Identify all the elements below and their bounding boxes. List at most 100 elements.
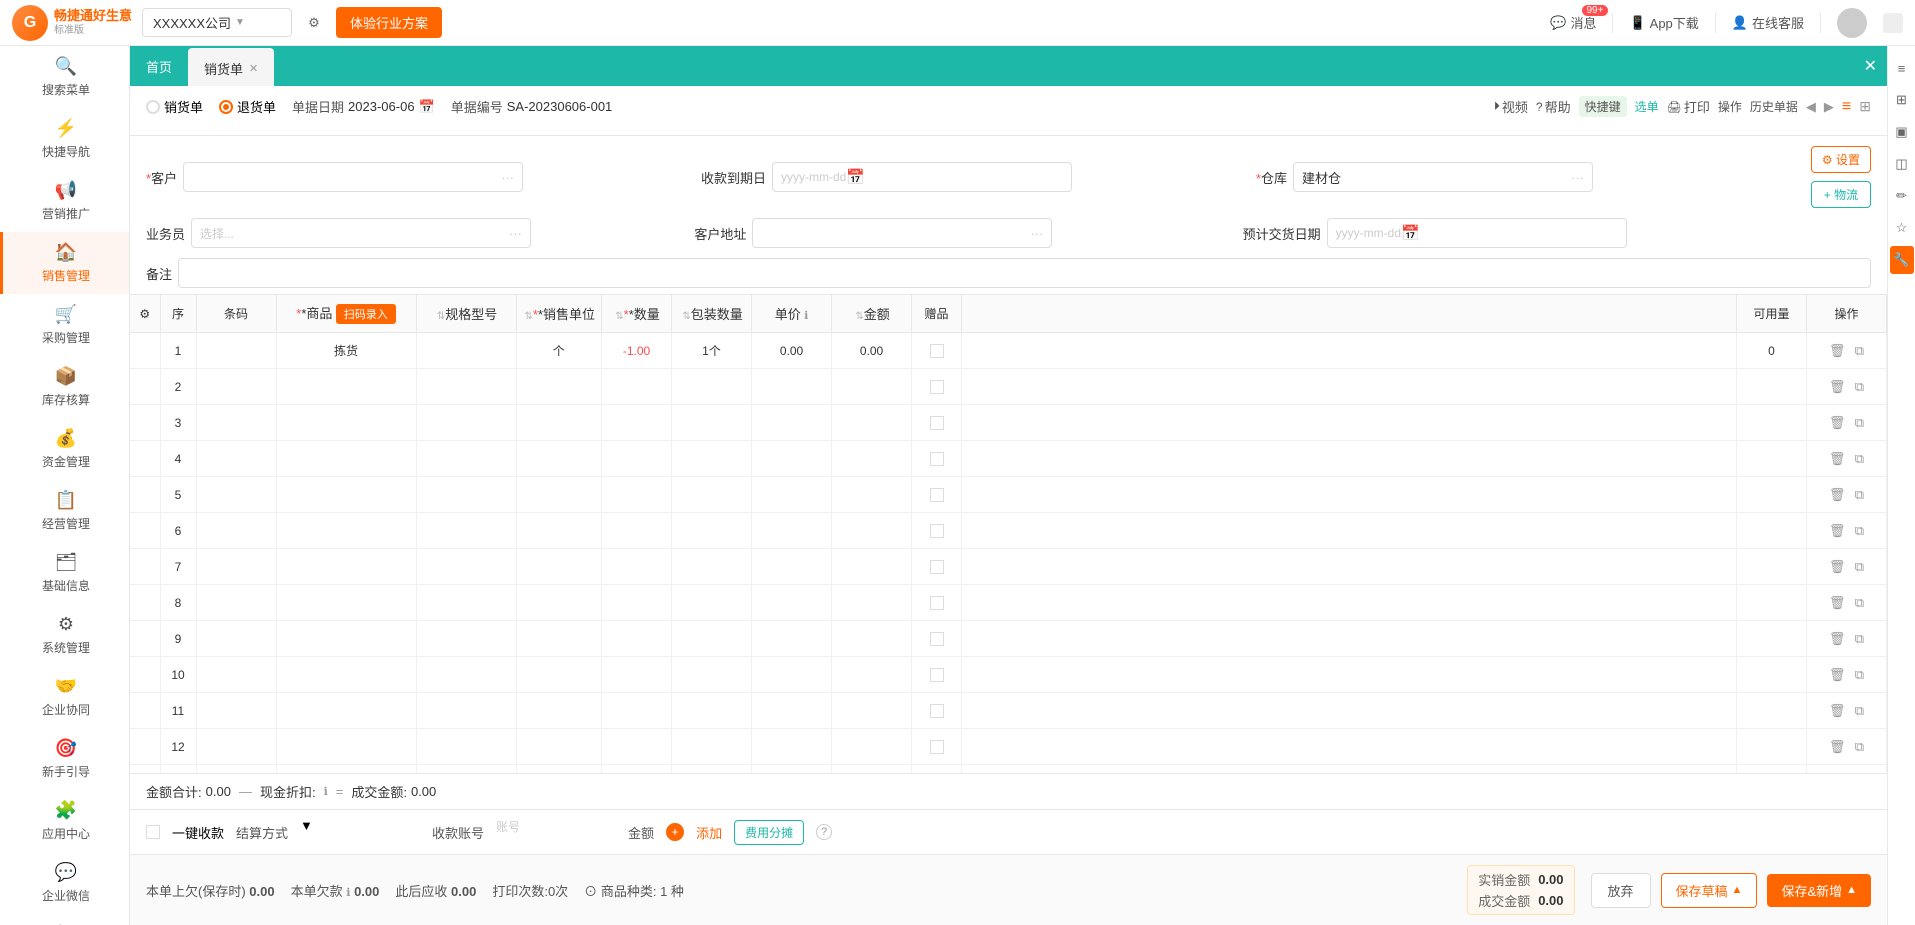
price-info-icon[interactable]: ℹ — [804, 310, 808, 322]
expense-help-icon[interactable]: ? — [816, 824, 832, 840]
delete-icon[interactable]: 🗑 — [1829, 487, 1846, 502]
customer-address-input[interactable]: ··· — [752, 218, 1052, 248]
copy-icon[interactable]: ⧉ — [1855, 739, 1864, 754]
prev-icon[interactable]: ◀ — [1806, 99, 1816, 115]
delete-icon[interactable]: 🗑 — [1829, 559, 1846, 574]
copy-icon[interactable]: ⧉ — [1855, 379, 1864, 394]
sidebar-item-member[interactable]: 🏷 畅会员 — [0, 914, 129, 925]
radio-sales-order[interactable]: 销货单 — [146, 97, 203, 116]
warehouse-dots[interactable]: ··· — [1571, 170, 1584, 185]
right-panel-btn-2[interactable]: ⊞ — [1890, 86, 1914, 114]
delete-icon[interactable]: 🗑 — [1829, 703, 1846, 718]
one-click-checkbox[interactable] — [146, 825, 160, 839]
history-icon[interactable]: 历史单据 — [1750, 98, 1798, 115]
delete-icon[interactable]: 🗑 — [1829, 595, 1846, 610]
messages-button[interactable]: 💬 消息 99+ — [1550, 13, 1596, 32]
account-input[interactable]: 账号 — [496, 818, 616, 846]
save-new-button[interactable]: 保存&新增 ▲ — [1767, 874, 1871, 907]
copy-icon[interactable]: ⧉ — [1855, 415, 1864, 430]
tab-close-icon[interactable]: ✕ — [249, 62, 258, 75]
delete-icon[interactable]: 🗑 — [1829, 451, 1846, 466]
radio-return-order[interactable]: 退货单 — [219, 97, 276, 116]
user-avatar[interactable] — [1837, 8, 1867, 38]
delete-icon[interactable]: 🗑 — [1829, 379, 1846, 394]
tab-home[interactable]: 首页 — [130, 46, 188, 86]
logistics-button[interactable]: + 物流 — [1811, 181, 1871, 208]
sidebar-item-marketing[interactable]: 📢 营销推广 — [0, 170, 129, 232]
right-panel-btn-6[interactable]: ☆ — [1890, 214, 1914, 242]
sidebar-item-guide[interactable]: 🎯 新手引导 — [0, 728, 129, 790]
sidebar-item-wecom[interactable]: 💬 企业微信 — [0, 852, 129, 914]
copy-icon[interactable]: ⧉ — [1855, 631, 1864, 646]
sidebar-item-appstore[interactable]: 🧩 应用中心 — [0, 790, 129, 852]
salesperson-dots[interactable]: ··· — [509, 226, 522, 241]
discard-button[interactable]: 放弃 — [1591, 873, 1651, 908]
right-panel-btn-7[interactable]: 🔧 — [1890, 246, 1914, 274]
sidebar-item-system[interactable]: ⚙ 系统管理 — [0, 604, 129, 666]
delete-icon[interactable]: 🗑 — [1829, 343, 1846, 358]
copy-icon[interactable]: ⧉ — [1855, 559, 1864, 574]
company-selector[interactable]: XXXXXX公司 ▼ — [142, 8, 292, 37]
trial-button[interactable]: 体验行业方案 — [336, 7, 442, 38]
col-settings[interactable]: ⚙ — [130, 295, 160, 333]
expected-date-input[interactable]: yyyy-mm-dd 📅 — [1327, 218, 1627, 248]
print-icon[interactable]: 🖨 打印 — [1667, 97, 1710, 116]
video-icon[interactable]: ⏵ 视频 — [1494, 97, 1528, 116]
copy-icon[interactable]: ⧉ — [1855, 343, 1864, 358]
delete-icon[interactable]: 🗑 — [1829, 631, 1846, 646]
sidebar-item-operations[interactable]: 📋 经营管理 — [0, 480, 129, 542]
settings-icon[interactable]: ⚙ — [300, 9, 328, 37]
help-icon[interactable]: ? 帮助 — [1536, 97, 1571, 116]
app-download-button[interactable]: 📱 App下载 — [1629, 13, 1698, 32]
save-draft-button[interactable]: 保存草稿 ▲ — [1661, 873, 1758, 908]
payment-due-calendar-icon[interactable]: 📅 — [846, 168, 865, 186]
right-panel-btn-1[interactable]: ≡ — [1890, 54, 1914, 82]
address-dots[interactable]: ··· — [1030, 226, 1043, 241]
sidebar-item-sales[interactable]: 🏠 销售管理 — [0, 232, 129, 294]
payment-due-input[interactable]: yyyy-mm-dd 📅 — [772, 162, 1072, 192]
sidebar-item-cooperation[interactable]: 🤝 企业协同 — [0, 666, 129, 728]
user-menu-arrow[interactable] — [1883, 13, 1903, 33]
list-view-icon[interactable]: ≡ — [1842, 98, 1851, 116]
right-panel-btn-4[interactable]: ◫ — [1890, 150, 1914, 178]
copy-icon[interactable]: ⧉ — [1855, 703, 1864, 718]
delete-icon[interactable]: 🗑 — [1829, 415, 1846, 430]
setting-button[interactable]: ⚙ 设置 — [1811, 146, 1871, 173]
sidebar-item-search[interactable]: 🔍 搜索菜单 — [0, 46, 129, 108]
customer-dots[interactable]: ··· — [501, 170, 514, 185]
expected-date-calendar-icon[interactable]: 📅 — [1401, 224, 1420, 242]
add-payment-button[interactable]: + — [666, 823, 684, 841]
sidebar-item-inventory[interactable]: 📦 库存核算 — [0, 356, 129, 418]
delete-icon[interactable]: 🗑 — [1829, 739, 1846, 754]
tab-sales-order[interactable]: 销货单 ✕ — [188, 48, 274, 88]
right-panel-btn-3[interactable]: ▣ — [1890, 118, 1914, 146]
right-panel-btn-5[interactable]: ✏ — [1890, 182, 1914, 210]
copy-icon[interactable]: ⧉ — [1855, 451, 1864, 466]
discount-info-icon[interactable]: ℹ — [324, 785, 328, 798]
warehouse-input[interactable]: 建材仓 ··· — [1293, 162, 1593, 192]
product-type-radio-icon[interactable]: ⊙ — [584, 884, 597, 899]
delete-icon[interactable]: 🗑 — [1829, 523, 1846, 538]
notes-input[interactable] — [178, 258, 1871, 288]
sidebar-item-purchase[interactable]: 🛒 采购管理 — [0, 294, 129, 356]
select-icon[interactable]: 选单 — [1635, 98, 1659, 115]
tab-close-all-icon[interactable]: ✕ — [1864, 58, 1877, 75]
copy-icon[interactable]: ⧉ — [1855, 595, 1864, 610]
calendar-icon[interactable]: 📅 — [419, 99, 435, 115]
copy-icon[interactable]: ⧉ — [1855, 487, 1864, 502]
grid-view-icon[interactable]: ⊞ — [1859, 98, 1871, 115]
next-icon[interactable]: ▶ — [1824, 99, 1834, 115]
sidebar-item-quicknav[interactable]: ⚡ 快捷导航 — [0, 108, 129, 170]
actions-icon[interactable]: 操作 — [1718, 98, 1742, 115]
order-owed-info-icon[interactable]: ℹ — [346, 887, 350, 899]
online-service-button[interactable]: 👤 在线客服 — [1732, 13, 1804, 32]
copy-icon[interactable]: ⧉ — [1855, 667, 1864, 682]
expense-split-button[interactable]: 费用分摊 — [734, 820, 804, 845]
delete-icon[interactable]: 🗑 — [1829, 667, 1846, 682]
calc-method-input[interactable]: ▼ — [300, 818, 420, 846]
copy-icon[interactable]: ⧉ — [1855, 523, 1864, 538]
customer-input[interactable]: ··· — [183, 162, 523, 192]
scan-button[interactable]: 扫码录入 — [336, 304, 396, 324]
shortcut-icon[interactable]: 快捷键 — [1579, 96, 1627, 117]
sidebar-item-finance[interactable]: 💰 资金管理 — [0, 418, 129, 480]
